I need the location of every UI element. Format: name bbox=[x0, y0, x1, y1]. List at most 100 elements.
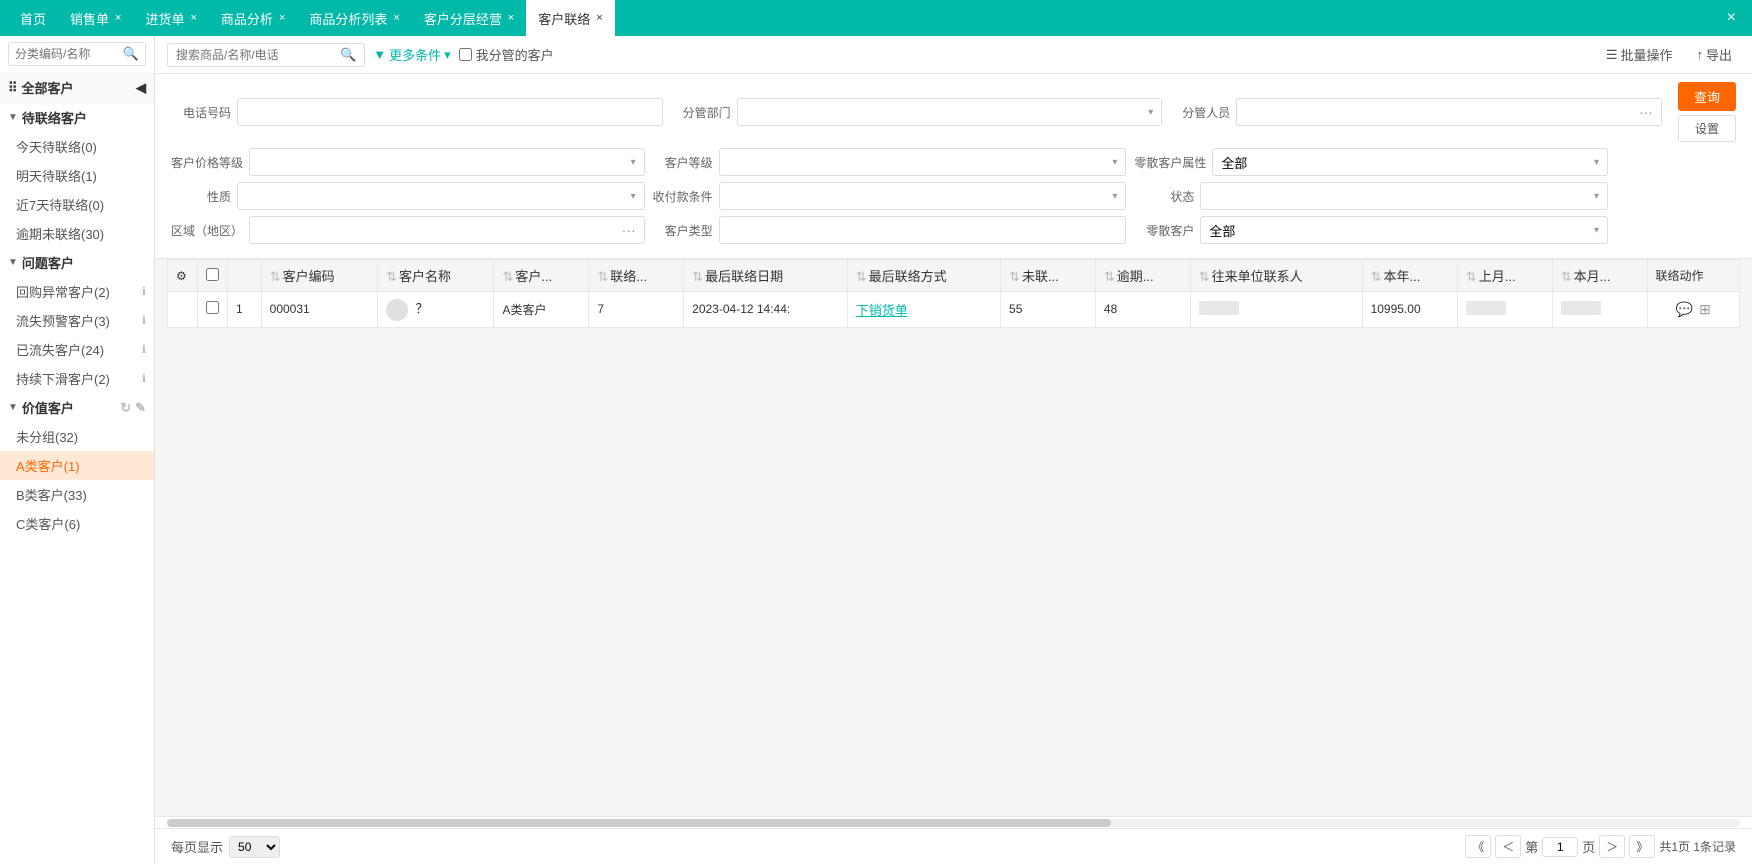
sidebar-item-c-class[interactable]: C类客户(6) bbox=[0, 509, 154, 538]
sidebar-item-today[interactable]: 今天待联络(0) bbox=[0, 132, 154, 161]
close-tab-0-icon[interactable]: × bbox=[115, 12, 121, 24]
page-size-select[interactable]: 20 50 100 bbox=[229, 836, 280, 858]
nav-tab-2[interactable]: 商品分析 × bbox=[209, 0, 297, 36]
table-row: 1 000031 ？ A类客户 7 2023-04-12 14:44: 下销货单… bbox=[168, 292, 1740, 328]
pagination-controls: 《 ＜ 第 页 ＞ 》 共1页 1条记录 bbox=[1465, 835, 1736, 858]
export-icon: ↑ bbox=[1696, 47, 1703, 62]
search-icon[interactable]: 🔍 bbox=[123, 46, 139, 62]
chevron-down-icon: ▾ bbox=[444, 47, 451, 63]
row-code: 000031 bbox=[261, 292, 377, 328]
row-contact-person bbox=[1190, 292, 1362, 328]
row-name[interactable]: ？ bbox=[378, 292, 494, 328]
sidebar-item-a-class[interactable]: A类客户(1) bbox=[0, 451, 154, 480]
close-tab-3-icon[interactable]: × bbox=[393, 12, 399, 24]
payment-input[interactable]: ▾ bbox=[719, 182, 1127, 210]
nav-tab-1[interactable]: 进货单 × bbox=[133, 0, 208, 36]
settings-button[interactable]: 设置 bbox=[1678, 115, 1736, 142]
col-type[interactable]: ⇅客户... bbox=[494, 260, 589, 292]
price-level-input[interactable]: ▾ bbox=[249, 148, 645, 176]
person-input[interactable]: ··· bbox=[1236, 98, 1662, 126]
qrcode-icon[interactable]: ⊞ bbox=[1699, 301, 1711, 318]
my-customers-checkbox[interactable]: 我分管的客户 bbox=[459, 45, 554, 64]
col-contact-person[interactable]: ⇅往来单位联系人 bbox=[1190, 260, 1362, 292]
status-label: 状态 bbox=[1134, 188, 1194, 205]
col-contact-count[interactable]: ⇅联络... bbox=[589, 260, 684, 292]
col-last-month[interactable]: ⇅上月... bbox=[1457, 260, 1552, 292]
col-last-method[interactable]: ⇅最后联络方式 bbox=[847, 260, 1000, 292]
dept-label: 分管部门 bbox=[671, 104, 731, 121]
message-icon[interactable]: 💬 bbox=[1676, 301, 1693, 318]
sidebar-item-tomorrow[interactable]: 明天待联络(1) bbox=[0, 161, 154, 190]
customer-type-input[interactable] bbox=[719, 216, 1127, 244]
my-customers-check[interactable] bbox=[459, 48, 472, 61]
sidebar-item-overdue[interactable]: 逾期未联络(30) bbox=[0, 219, 154, 248]
close-tab-2-icon[interactable]: × bbox=[279, 12, 285, 24]
sidebar-item-declining[interactable]: 持续下滑客户(2) ℹ bbox=[0, 364, 154, 393]
sidebar-item-churn-warning[interactable]: 流失预警客户(3) ℹ bbox=[0, 306, 154, 335]
page-number-input[interactable] bbox=[1542, 837, 1578, 857]
row-checkbox[interactable] bbox=[198, 292, 228, 328]
last-page-button[interactable]: 》 bbox=[1629, 835, 1655, 858]
batch-operation-button[interactable]: ☰ 批量操作 bbox=[1598, 42, 1681, 67]
col-name[interactable]: ⇅客户名称 bbox=[378, 260, 494, 292]
filter-search-box[interactable]: 🔍 bbox=[167, 43, 365, 67]
sidebar-item-churned[interactable]: 已流失客户(24) ℹ bbox=[0, 335, 154, 364]
scroll-track[interactable] bbox=[167, 819, 1740, 827]
col-overdue[interactable]: ⇅逾期... bbox=[1095, 260, 1190, 292]
prev-page-button[interactable]: ＜ bbox=[1495, 835, 1521, 858]
all-customers-header[interactable]: ⠿ 全部客户 ◀ bbox=[0, 72, 154, 103]
phone-input[interactable] bbox=[237, 98, 663, 126]
customer-level-input[interactable]: ▾ bbox=[719, 148, 1127, 176]
scroll-thumb[interactable] bbox=[167, 819, 1111, 827]
close-tab-5-icon[interactable]: × bbox=[596, 12, 602, 24]
retail-customer-input[interactable]: 全部 ▾ bbox=[1200, 216, 1608, 244]
close-tab-1-icon[interactable]: × bbox=[190, 12, 196, 24]
select-all-checkbox[interactable] bbox=[206, 268, 219, 281]
dept-input[interactable]: ▾ bbox=[737, 98, 1163, 126]
nav-tab-0[interactable]: 销售单 × bbox=[58, 0, 133, 36]
next-page-button[interactable]: ＞ bbox=[1599, 835, 1625, 858]
sidebar-search-input[interactable] bbox=[15, 47, 123, 61]
first-page-button[interactable]: 《 bbox=[1465, 835, 1491, 858]
more-conditions-button[interactable]: ▼ 更多条件 ▾ bbox=[373, 45, 450, 64]
total-info: 共1页 1条记录 bbox=[1659, 838, 1736, 855]
row-select-checkbox[interactable] bbox=[206, 301, 219, 314]
nav-home[interactable]: 首页 bbox=[8, 9, 58, 28]
nav-tab-4[interactable]: 客户分层经营 × bbox=[412, 0, 526, 36]
retail-attr-input[interactable]: 全部 ▾ bbox=[1212, 148, 1608, 176]
sidebar-item-repurchase-anomaly[interactable]: 回购异常客户(2) ℹ bbox=[0, 277, 154, 306]
filter-bar: 🔍 ▼ 更多条件 ▾ 我分管的客户 ☰ 批量操作 ↑ 导出 bbox=[155, 36, 1752, 74]
pending-contact-header: ▼ 待联络客户 bbox=[0, 103, 154, 132]
col-not-contacted[interactable]: ⇅未联... bbox=[1001, 260, 1096, 292]
region-input[interactable]: ··· bbox=[249, 216, 645, 244]
col-select-all[interactable] bbox=[198, 260, 228, 292]
sidebar-item-b-class[interactable]: B类客户(33) bbox=[0, 480, 154, 509]
info-icon-3: ℹ bbox=[142, 372, 146, 385]
nature-input[interactable]: ▾ bbox=[237, 182, 645, 210]
window-close-button[interactable]: × bbox=[1719, 9, 1744, 27]
problem-customers-header: ▼ 问题客户 bbox=[0, 248, 154, 277]
nav-tab-3[interactable]: 商品分析列表 × bbox=[297, 0, 411, 36]
horizontal-scrollbar[interactable] bbox=[155, 816, 1752, 828]
sidebar-search-box[interactable]: 🔍 bbox=[8, 42, 146, 66]
filter-search-icon[interactable]: 🔍 bbox=[340, 47, 356, 63]
col-last-date[interactable]: ⇅最后联络日期 bbox=[684, 260, 848, 292]
nature-label: 性质 bbox=[171, 188, 231, 205]
query-button[interactable]: 查询 bbox=[1678, 82, 1736, 111]
filter-search-input[interactable] bbox=[176, 48, 336, 62]
sidebar-item-7days[interactable]: 近7天待联络(0) bbox=[0, 190, 154, 219]
col-this-year[interactable]: ⇅本年... bbox=[1362, 260, 1457, 292]
row-last-method[interactable]: 下销货单 bbox=[847, 292, 1000, 328]
refresh-icon[interactable]: ↻ bbox=[120, 400, 131, 416]
edit-icon[interactable]: ✎ bbox=[135, 400, 146, 416]
col-this-month[interactable]: ⇅本月... bbox=[1552, 260, 1647, 292]
close-tab-4-icon[interactable]: × bbox=[508, 12, 514, 24]
status-input[interactable]: ▾ bbox=[1200, 182, 1608, 210]
col-settings[interactable]: ⚙ bbox=[168, 260, 198, 292]
col-code[interactable]: ⇅客户编码 bbox=[261, 260, 377, 292]
row-action[interactable]: 💬 ⊞ bbox=[1647, 292, 1739, 328]
nav-tab-5[interactable]: 客户联络 × bbox=[526, 0, 614, 36]
export-button[interactable]: ↑ 导出 bbox=[1688, 42, 1740, 67]
collapse-sidebar-icon[interactable]: ◀ bbox=[136, 80, 146, 96]
sidebar-item-unclassified[interactable]: 未分组(32) bbox=[0, 422, 154, 451]
